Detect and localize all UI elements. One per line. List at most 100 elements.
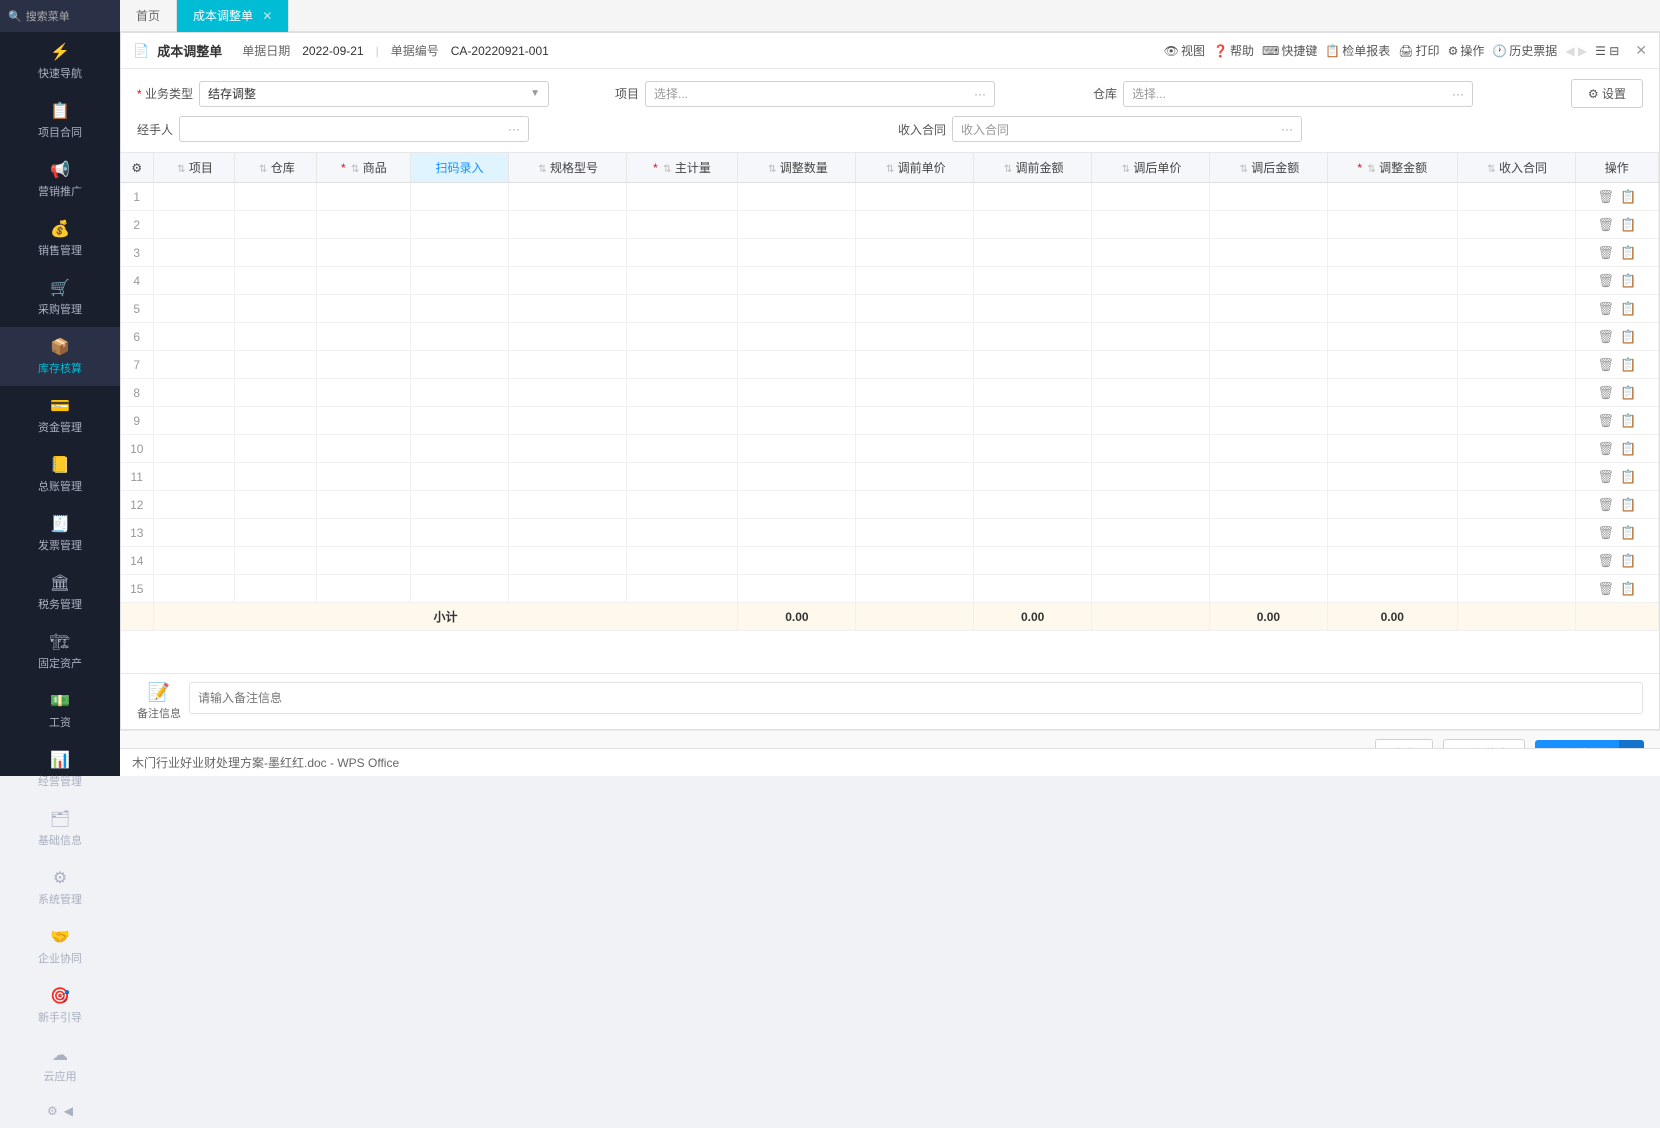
sidebar-item-tax-mgmt[interactable]: 🏛 税务管理 <box>0 563 120 622</box>
row-scan-input[interactable] <box>411 491 508 519</box>
row-adjust-qty[interactable] <box>738 547 856 575</box>
agent-input[interactable]: ··· <box>179 116 529 142</box>
row-scan-input[interactable] <box>411 351 508 379</box>
row-adjust-qty[interactable] <box>738 183 856 211</box>
row-post-amount[interactable] <box>1209 463 1327 491</box>
sidebar-item-enterprise-collab[interactable]: 🤝 企业协同 <box>0 917 120 976</box>
sort-icon[interactable]: ⇅ <box>259 164 267 175</box>
row-project[interactable] <box>153 295 235 323</box>
row-copy-icon[interactable]: 📋 <box>1620 189 1636 205</box>
row-scan-input[interactable] <box>411 295 508 323</box>
row-main-unit[interactable] <box>626 435 738 463</box>
business-type-input[interactable]: 结存调整 ▼ <box>199 81 549 107</box>
agent-more-icon[interactable]: ··· <box>508 122 520 136</box>
sidebar-item-purchase-mgmt[interactable]: 🛒 采购管理 <box>0 268 120 327</box>
taskbar-file-label[interactable]: 木门行业好业财处理方案-墨红红.doc - WPS Office <box>132 754 399 771</box>
row-delete-icon[interactable]: 🗑 <box>1597 301 1614 317</box>
row-main-unit[interactable] <box>626 323 738 351</box>
sort-icon[interactable]: ⇅ <box>1004 164 1012 175</box>
sidebar-item-new-guide[interactable]: 🎯 新手引导 <box>0 976 120 1035</box>
row-main-unit[interactable] <box>626 491 738 519</box>
income-contract-input[interactable]: 收入合同 ··· <box>952 116 1302 142</box>
row-adjust-amount[interactable] <box>1327 351 1457 379</box>
row-delete-icon[interactable]: 🗑 <box>1597 245 1614 261</box>
row-delete-icon[interactable]: 🗑 <box>1597 581 1614 597</box>
row-spec-type[interactable] <box>508 519 626 547</box>
sidebar-item-fixed-assets[interactable]: 🏗 固定资产 <box>0 622 120 681</box>
row-income-contract[interactable] <box>1457 351 1575 379</box>
sidebar-item-basic-info[interactable]: 🗂 基础信息 <box>0 799 120 858</box>
notes-input[interactable] <box>189 682 1643 714</box>
operation-btn[interactable]: ⚙ 操作 <box>1448 42 1485 59</box>
row-pre-amount[interactable] <box>974 547 1092 575</box>
row-post-amount[interactable] <box>1209 295 1327 323</box>
row-delete-icon[interactable]: 🗑 <box>1597 553 1614 569</box>
row-spec-type[interactable] <box>508 295 626 323</box>
row-pre-amount[interactable] <box>974 407 1092 435</box>
row-warehouse[interactable] <box>235 519 317 547</box>
row-adjust-amount[interactable] <box>1327 379 1457 407</box>
row-product[interactable] <box>317 435 411 463</box>
row-post-unit-price[interactable] <box>1092 491 1210 519</box>
row-post-amount[interactable] <box>1209 491 1327 519</box>
row-pre-amount[interactable] <box>974 575 1092 603</box>
sidebar-collapse-icon[interactable]: ◀ <box>64 1104 73 1118</box>
row-post-amount[interactable] <box>1209 211 1327 239</box>
row-income-contract[interactable] <box>1457 519 1575 547</box>
sort-icon[interactable]: ⇅ <box>177 164 185 175</box>
row-warehouse[interactable] <box>235 239 317 267</box>
row-main-unit[interactable] <box>626 295 738 323</box>
row-adjust-amount[interactable] <box>1327 239 1457 267</box>
row-pre-unit-price[interactable] <box>856 295 974 323</box>
tab-home[interactable]: 首页 <box>120 0 177 32</box>
row-income-contract[interactable] <box>1457 323 1575 351</box>
row-copy-icon[interactable]: 📋 <box>1620 217 1636 233</box>
sidebar-item-sales-mgmt[interactable]: 💰 销售管理 <box>0 209 120 268</box>
row-project[interactable] <box>153 267 235 295</box>
row-post-unit-price[interactable] <box>1092 323 1210 351</box>
row-copy-icon[interactable]: 📋 <box>1620 469 1636 485</box>
row-warehouse[interactable] <box>235 575 317 603</box>
row-income-contract[interactable] <box>1457 407 1575 435</box>
col-scan-input[interactable]: 扫码录入 <box>411 153 508 183</box>
row-project[interactable] <box>153 547 235 575</box>
row-income-contract[interactable] <box>1457 267 1575 295</box>
row-post-amount[interactable] <box>1209 183 1327 211</box>
row-main-unit[interactable] <box>626 379 738 407</box>
row-adjust-amount[interactable] <box>1327 435 1457 463</box>
row-delete-icon[interactable]: 🗑 <box>1597 469 1614 485</box>
row-post-amount[interactable] <box>1209 267 1327 295</box>
row-pre-unit-price[interactable] <box>856 323 974 351</box>
row-spec-type[interactable] <box>508 491 626 519</box>
row-income-contract[interactable] <box>1457 491 1575 519</box>
row-scan-input[interactable] <box>411 323 508 351</box>
row-income-contract[interactable] <box>1457 547 1575 575</box>
tab-close-icon[interactable]: ✕ <box>262 9 272 23</box>
row-adjust-qty[interactable] <box>738 379 856 407</box>
warehouse-input[interactable]: 选择... ··· <box>1123 81 1473 107</box>
row-post-amount[interactable] <box>1209 351 1327 379</box>
row-warehouse[interactable] <box>235 379 317 407</box>
row-pre-unit-price[interactable] <box>856 267 974 295</box>
row-adjust-amount[interactable] <box>1327 491 1457 519</box>
sort-icon[interactable]: ⇅ <box>768 164 776 175</box>
row-spec-type[interactable] <box>508 547 626 575</box>
row-delete-icon[interactable]: 🗑 <box>1597 413 1614 429</box>
row-adjust-amount[interactable] <box>1327 323 1457 351</box>
row-pre-unit-price[interactable] <box>856 379 974 407</box>
row-scan-input[interactable] <box>411 463 508 491</box>
row-post-unit-price[interactable] <box>1092 351 1210 379</box>
row-pre-unit-price[interactable] <box>856 183 974 211</box>
sort-icon[interactable]: ⇅ <box>1487 164 1495 175</box>
row-project[interactable] <box>153 407 235 435</box>
row-warehouse[interactable] <box>235 463 317 491</box>
row-post-amount[interactable] <box>1209 323 1327 351</box>
sort-icon[interactable]: ⇅ <box>886 164 894 175</box>
row-project[interactable] <box>153 491 235 519</box>
row-delete-icon[interactable]: 🗑 <box>1597 217 1614 233</box>
row-adjust-qty[interactable] <box>738 295 856 323</box>
row-pre-amount[interactable] <box>974 267 1092 295</box>
row-copy-icon[interactable]: 📋 <box>1620 553 1636 569</box>
sidebar-item-payroll[interactable]: 💵 工资 <box>0 681 120 740</box>
row-product[interactable] <box>317 575 411 603</box>
